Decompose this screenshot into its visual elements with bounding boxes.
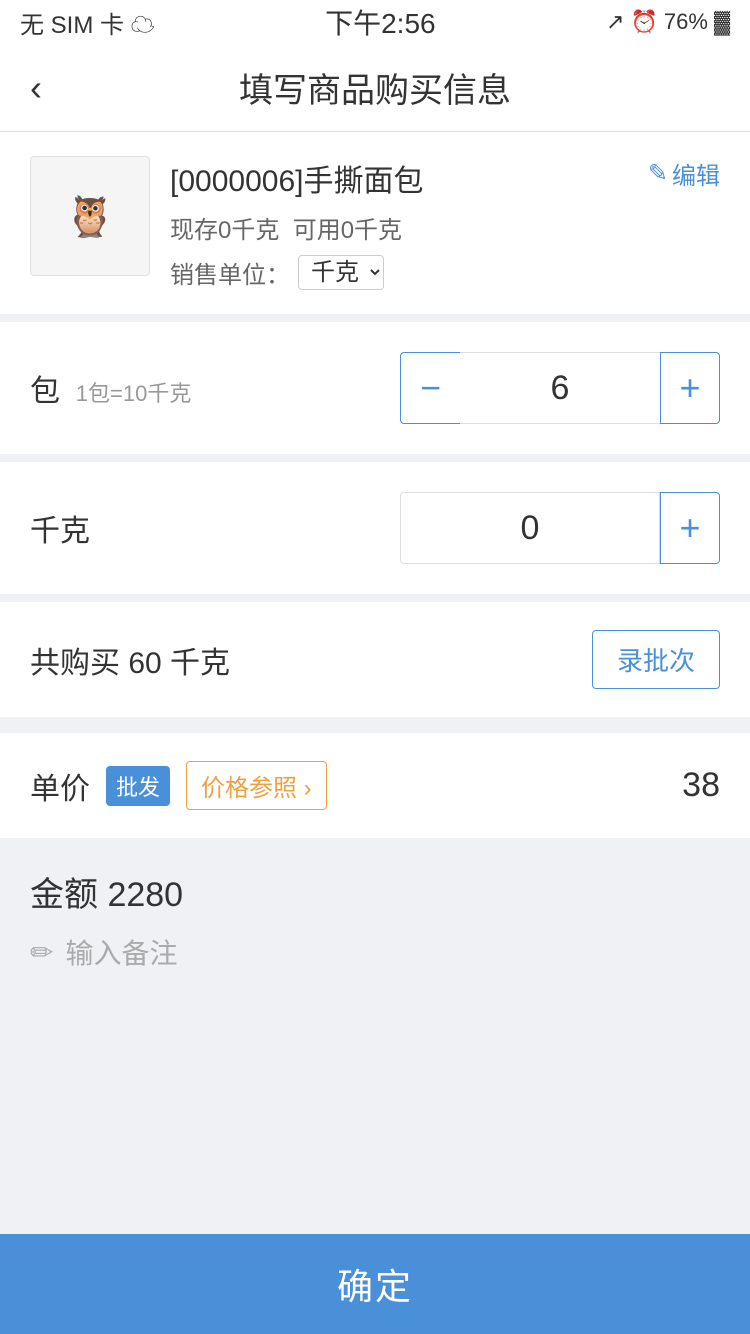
status-bar: 无 SIM 卡 ☁ 下午2:56 ↗ ⏰ 76% ▓	[0, 0, 750, 44]
kg-label: 千克	[30, 506, 90, 550]
remark-placeholder: 输入备注	[65, 932, 177, 972]
bao-quantity-input[interactable]	[460, 352, 660, 424]
kg-increment-button[interactable]: +	[660, 492, 720, 564]
product-thumbnail: 🦉	[30, 156, 150, 276]
product-card: 🦉 [0000006]手撕面包 现存0千克 可用0千克 销售单位： 千克 ✎ 编…	[0, 132, 750, 322]
product-info: [0000006]手撕面包 现存0千克 可用0千克 销售单位： 千克	[170, 156, 628, 290]
battery-icon: ▓	[714, 9, 730, 35]
product-unit-row: 销售单位： 千克	[170, 255, 628, 290]
price-tag: 批发	[106, 766, 170, 806]
battery-level: 76%	[664, 9, 708, 35]
page-title: 填写商品购买信息	[239, 63, 511, 112]
kg-section: 千克 +	[0, 462, 750, 594]
status-time: 下午2:56	[325, 2, 436, 42]
remark-row[interactable]: ✏ 输入备注	[30, 932, 720, 972]
summary-text: 共购买 60 千克	[30, 638, 230, 682]
product-stock: 现存0千克 可用0千克	[170, 210, 628, 245]
sim-status: 无 SIM 卡 ☁	[20, 5, 155, 40]
kg-quantity-input[interactable]	[400, 492, 660, 564]
back-button[interactable]: ‹	[30, 67, 42, 109]
edit-icon: ✎	[648, 159, 668, 188]
kg-quantity-control: +	[400, 492, 720, 564]
bottom-spacer	[0, 988, 750, 1098]
nav-bar: ‹ 填写商品购买信息	[0, 44, 750, 132]
bao-row: 包 1包=10千克 − +	[30, 322, 720, 454]
status-right: ↗ ⏰ 76% ▓	[606, 9, 730, 35]
price-section: 单价 批发 价格参照 › 38	[0, 733, 750, 839]
kg-row: 千克 +	[30, 462, 720, 594]
product-logo: 🦉	[55, 181, 125, 251]
unit-select[interactable]: 千克	[298, 255, 384, 290]
product-name: [0000006]手撕面包	[170, 156, 628, 200]
bao-label: 包 1包=10千克	[30, 366, 191, 410]
alarm-icon: ⏰	[630, 9, 657, 35]
location-icon: ↗	[606, 9, 624, 35]
price-ref-button[interactable]: 价格参照 ›	[186, 761, 327, 810]
amount-row: 金额 2280	[30, 867, 720, 916]
summary-section: 共购买 60 千克 录批次	[0, 602, 750, 717]
price-value: 38	[682, 766, 720, 805]
status-left: 无 SIM 卡 ☁	[20, 5, 155, 40]
price-label: 单价	[30, 764, 90, 808]
batch-button[interactable]: 录批次	[592, 630, 720, 689]
confirm-button[interactable]: 确定	[0, 1234, 750, 1334]
edit-button[interactable]: ✎ 编辑	[648, 156, 720, 191]
amount-section: 金额 2280 ✏ 输入备注	[0, 839, 750, 988]
bao-decrement-button[interactable]: −	[400, 352, 460, 424]
bao-quantity-control: − +	[400, 352, 720, 424]
bao-section: 包 1包=10千克 − +	[0, 322, 750, 454]
remark-icon: ✏	[30, 936, 53, 969]
divider	[0, 725, 750, 733]
bao-increment-button[interactable]: +	[660, 352, 720, 424]
